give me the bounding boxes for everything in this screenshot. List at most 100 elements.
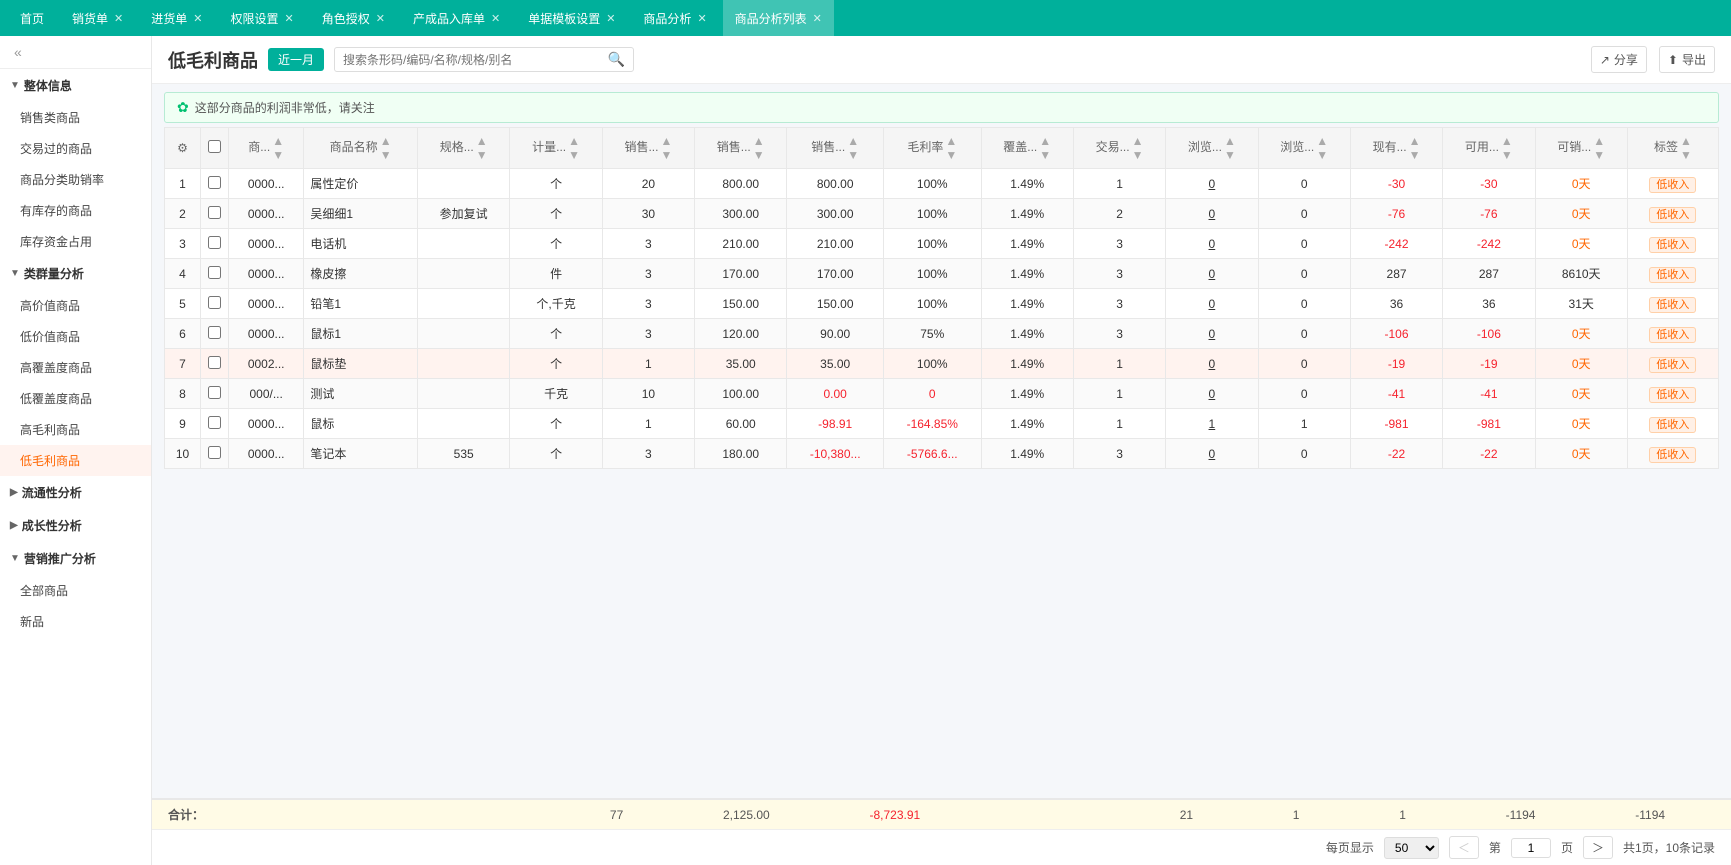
row-checkbox-cell[interactable] <box>201 259 229 289</box>
sidebar-item-sales-products[interactable]: 销售类商品 <box>0 102 151 133</box>
select-all-checkbox[interactable] <box>208 140 221 153</box>
th-saleable[interactable]: 可销...▲▼ <box>1535 128 1627 169</box>
row-name[interactable]: 电话机 <box>304 229 418 259</box>
th-sales-amount[interactable]: 销售...▲▼ <box>787 128 884 169</box>
row-name[interactable]: 鼠标1 <box>304 319 418 349</box>
close-icon[interactable]: ✕ <box>114 12 123 25</box>
row-checkbox-cell[interactable] <box>201 349 229 379</box>
row-views1[interactable]: 0 <box>1166 169 1258 199</box>
row-checkbox-cell[interactable] <box>201 439 229 469</box>
close-icon[interactable]: ✕ <box>606 12 615 25</box>
export-button[interactable]: ⬆ 导出 <box>1659 46 1715 73</box>
sidebar-group-marketing[interactable]: ▼ 营销推广分析 <box>0 542 151 575</box>
row-views1[interactable]: 0 <box>1166 289 1258 319</box>
th-name[interactable]: 商品名称▲▼ <box>304 128 418 169</box>
close-icon[interactable]: ✕ <box>376 12 385 25</box>
row-views1[interactable]: 0 <box>1166 349 1258 379</box>
row-views1[interactable]: 0 <box>1166 199 1258 229</box>
th-spec[interactable]: 规格...▲▼ <box>417 128 510 169</box>
page-size-select[interactable]: 50 100 200 <box>1384 837 1439 859</box>
sidebar-item-stock-products[interactable]: 有库存的商品 <box>0 195 151 226</box>
sidebar-group-overall[interactable]: ▼ 整体信息 <box>0 69 151 102</box>
close-icon[interactable]: ✕ <box>285 12 294 25</box>
table-container[interactable]: ⚙ 商...▲▼ 商品名称▲▼ 规格...▲▼ 计量...▲▼ 销售...▲▼ … <box>164 127 1719 798</box>
nav-permissions[interactable]: 权限设置 ✕ <box>218 0 305 36</box>
sidebar-group-circulation[interactable]: ▶ 流通性分析 <box>0 476 151 509</box>
row-checkbox[interactable] <box>208 296 221 309</box>
sidebar-item-new-products[interactable]: 新品 <box>0 606 151 637</box>
page-number-input[interactable] <box>1511 838 1551 858</box>
sidebar-item-capital[interactable]: 库存资金占用 <box>0 226 151 257</box>
row-checkbox-cell[interactable] <box>201 199 229 229</box>
search-input[interactable] <box>343 53 608 67</box>
row-name[interactable]: 鼠标 <box>304 409 418 439</box>
row-checkbox[interactable] <box>208 416 221 429</box>
row-views1[interactable]: 0 <box>1166 439 1258 469</box>
sidebar-item-high-margin[interactable]: 高毛利商品 <box>0 414 151 445</box>
close-icon[interactable]: ✕ <box>193 12 202 25</box>
nav-sales[interactable]: 销货单 ✕ <box>60 0 135 36</box>
views-link[interactable]: 1 <box>1209 417 1216 431</box>
row-name[interactable]: 测试 <box>304 379 418 409</box>
row-name[interactable]: 铅笔1 <box>304 289 418 319</box>
th-gross-rate[interactable]: 毛利率▲▼ <box>883 128 981 169</box>
row-checkbox-cell[interactable] <box>201 169 229 199</box>
th-settings[interactable]: ⚙ <box>165 128 201 169</box>
th-sales-qty[interactable]: 销售...▲▼ <box>602 128 694 169</box>
nav-analysis-list[interactable]: 商品分析列表 ✕ <box>723 0 834 36</box>
th-unit[interactable]: 计量...▲▼ <box>510 128 602 169</box>
th-code[interactable]: 商...▲▼ <box>229 128 304 169</box>
row-checkbox[interactable] <box>208 206 221 219</box>
row-views1[interactable]: 0 <box>1166 229 1258 259</box>
row-checkbox[interactable] <box>208 326 221 339</box>
next-page-button[interactable]: ＞ <box>1583 836 1613 859</box>
th-views2[interactable]: 浏览...▲▼ <box>1258 128 1350 169</box>
th-checkbox[interactable] <box>201 128 229 169</box>
th-transaction[interactable]: 交易...▲▼ <box>1073 128 1165 169</box>
sidebar-group-cluster[interactable]: ▼ 类群量分析 <box>0 257 151 290</box>
sidebar-item-low-coverage[interactable]: 低覆盖度商品 <box>0 383 151 414</box>
row-checkbox-cell[interactable] <box>201 229 229 259</box>
row-views1[interactable]: 0 <box>1166 259 1258 289</box>
search-icon[interactable]: 🔍 <box>608 51 625 68</box>
close-icon[interactable]: ✕ <box>813 12 822 25</box>
th-views1[interactable]: 浏览...▲▼ <box>1166 128 1258 169</box>
sidebar-item-low-value[interactable]: 低价值商品 <box>0 321 151 352</box>
row-checkbox[interactable] <box>208 266 221 279</box>
th-available[interactable]: 可用...▲▼ <box>1443 128 1535 169</box>
row-name[interactable]: 鼠标垫 <box>304 349 418 379</box>
nav-product-entry[interactable]: 产成品入库单 ✕ <box>401 0 512 36</box>
row-checkbox-cell[interactable] <box>201 319 229 349</box>
nav-roles[interactable]: 角色授权 ✕ <box>310 0 397 36</box>
sidebar-item-all-products[interactable]: 全部商品 <box>0 575 151 606</box>
sidebar-item-high-value[interactable]: 高价值商品 <box>0 290 151 321</box>
nav-home[interactable]: 首页 <box>8 0 56 36</box>
nav-template[interactable]: 单据模板设置 ✕ <box>516 0 627 36</box>
row-views1[interactable]: 1 <box>1166 409 1258 439</box>
th-tag[interactable]: 标签▲▼ <box>1627 128 1718 169</box>
th-current-stock[interactable]: 现有...▲▼ <box>1350 128 1442 169</box>
views-link[interactable]: 0 <box>1209 267 1216 281</box>
sidebar-item-traded-products[interactable]: 交易过的商品 <box>0 133 151 164</box>
close-icon[interactable]: ✕ <box>491 12 500 25</box>
th-sales-price[interactable]: 销售...▲▼ <box>695 128 787 169</box>
sidebar-item-category-rate[interactable]: 商品分类助销率 <box>0 164 151 195</box>
views-link[interactable]: 0 <box>1209 387 1216 401</box>
row-checkbox[interactable] <box>208 386 221 399</box>
sidebar-group-growth[interactable]: ▶ 成长性分析 <box>0 509 151 542</box>
row-checkbox[interactable] <box>208 446 221 459</box>
views-link[interactable]: 0 <box>1209 327 1216 341</box>
row-views1[interactable]: 0 <box>1166 319 1258 349</box>
prev-page-button[interactable]: ＜ <box>1449 836 1479 859</box>
views-link[interactable]: 0 <box>1209 237 1216 251</box>
views-link[interactable]: 0 <box>1209 297 1216 311</box>
row-views1[interactable]: 0 <box>1166 379 1258 409</box>
sidebar-item-low-margin[interactable]: 低毛利商品 <box>0 445 151 476</box>
views-link[interactable]: 0 <box>1209 207 1216 221</box>
nav-purchase[interactable]: 进货单 ✕ <box>139 0 214 36</box>
sidebar-collapse-btn[interactable]: « <box>8 42 28 62</box>
nav-analysis[interactable]: 商品分析 ✕ <box>631 0 718 36</box>
views-link[interactable]: 0 <box>1209 177 1216 191</box>
row-checkbox[interactable] <box>208 356 221 369</box>
row-checkbox[interactable] <box>208 236 221 249</box>
